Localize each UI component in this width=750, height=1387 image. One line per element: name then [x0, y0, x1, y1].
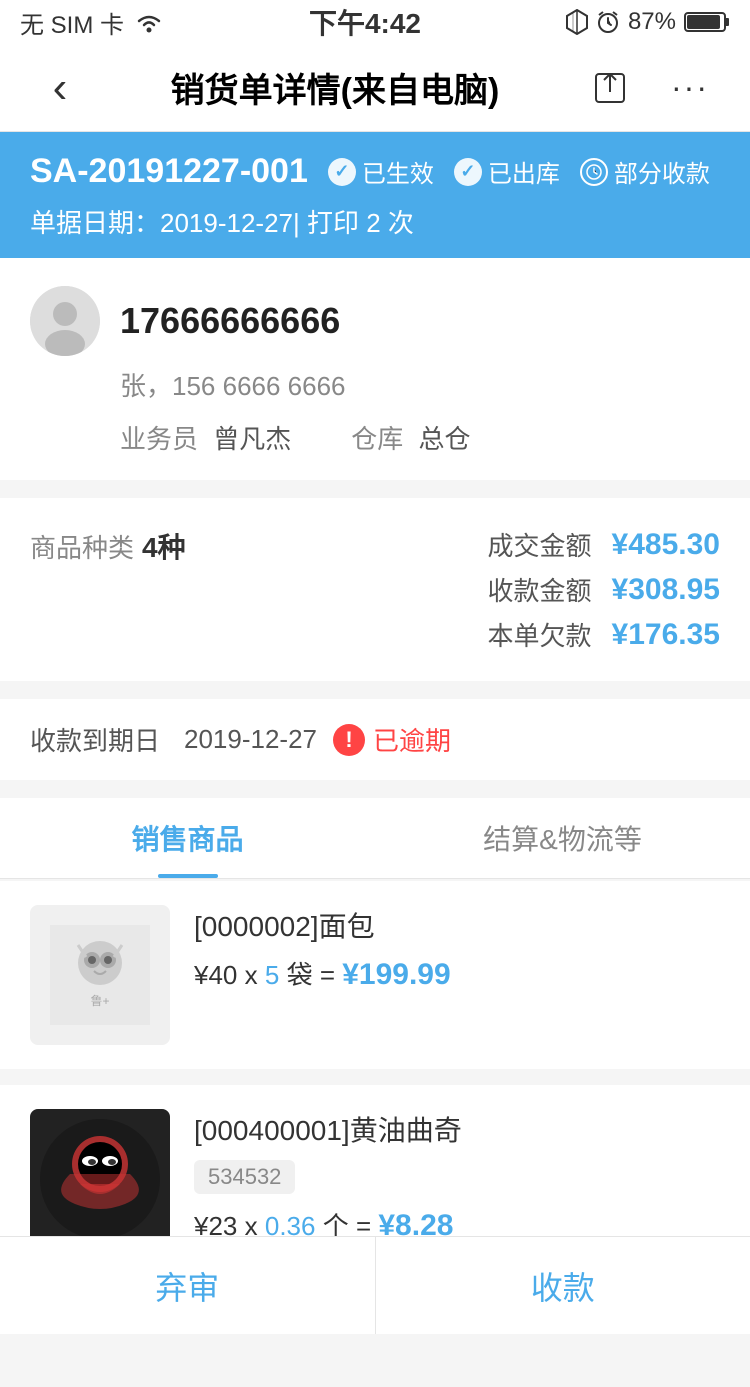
product-image-1: 鲁+ — [30, 905, 170, 1045]
page-title: 销货单详情(来自电脑) — [90, 63, 580, 112]
nav-bar: ‹ 销货单详情(来自电脑) ··· — [0, 44, 750, 132]
product-name-1: [0000002]面包 — [194, 905, 720, 945]
bottom-bar: 弃审 收款 — [0, 1236, 750, 1334]
customer-section: 17666666666 张，156 6666 6666 业务员 曾凡杰 仓库 总… — [0, 258, 750, 480]
due-date: 2019-12-27 — [184, 724, 317, 755]
tab-products[interactable]: 销售商品 — [0, 798, 375, 878]
status-right: 87% — [566, 8, 730, 36]
signal-text: 无 SIM 卡 — [20, 5, 124, 40]
category-value: 4种 — [142, 526, 186, 566]
share-button[interactable] — [580, 70, 640, 106]
tab-settlement[interactable]: 结算&物流等 — [375, 798, 750, 878]
more-button[interactable]: ··· — [660, 69, 720, 106]
stat-amount-owed: ¥176.35 — [612, 618, 720, 652]
stat-label-owed: 本单欠款 — [488, 616, 592, 653]
clock-icon — [580, 158, 608, 186]
product-name-2: [000400001]黄油曲奇 — [194, 1109, 720, 1149]
customer-info: 张，156 6666 6666 — [30, 366, 720, 403]
category-label: 商品种类 — [30, 528, 134, 565]
product-info-1: [0000002]面包 ¥40 x 5 袋 = ¥199.99 — [194, 905, 720, 992]
location-icon — [566, 9, 588, 35]
stat-label-received: 收款金额 — [488, 571, 592, 608]
stat-label-transaction: 成交金额 — [488, 526, 592, 563]
battery-text: 87% — [628, 8, 676, 36]
overdue-text: 已逾期 — [373, 721, 451, 758]
divider-1 — [0, 482, 750, 498]
tabs-row: 销售商品 结算&物流等 — [0, 798, 750, 879]
stat-item-received: 收款金额 ¥308.95 — [488, 571, 720, 608]
overdue-icon: ! — [333, 724, 365, 756]
order-header-banner: SA-20191227-001 ✓ 已生效 ✓ 已出库 部分收款 单据日期：20… — [0, 132, 750, 258]
order-date-info: 单据日期：2019-12-27| 打印 2 次 — [30, 203, 720, 240]
status-left: 无 SIM 卡 — [20, 5, 164, 40]
divider-3 — [0, 782, 750, 798]
tabs-section: 销售商品 结算&物流等 — [0, 798, 750, 879]
battery-icon — [684, 10, 730, 34]
wifi-icon — [134, 11, 164, 33]
product-price-1: ¥40 x 5 袋 = ¥199.99 — [194, 955, 720, 992]
status-badge-2: ✓ 已出库 — [454, 154, 560, 189]
product-info-2: [000400001]黄油曲奇 534532 ¥23 x 0.36 个 = ¥8… — [194, 1109, 720, 1243]
stats-section: 商品种类 4种 成交金额 ¥485.30 收款金额 ¥308.95 本单欠款 ¥… — [0, 498, 750, 681]
status-bar: 无 SIM 卡 下午4:42 87% — [0, 0, 750, 44]
divider-2 — [0, 683, 750, 699]
product-image-2 — [30, 1109, 170, 1249]
order-id: SA-20191227-001 — [30, 152, 308, 191]
salesperson-value: 曾凡杰 — [213, 424, 291, 454]
status-badge-1: ✓ 已生效 — [328, 154, 434, 189]
customer-meta: 业务员 曾凡杰 仓库 总仓 — [30, 419, 720, 456]
collect-payment-button[interactable]: 收款 — [375, 1237, 750, 1334]
product-card-1: 鲁+ [0000002]面包 ¥40 x 5 袋 = ¥199.99 — [0, 881, 750, 1069]
stat-amount-transaction: ¥485.30 — [612, 528, 720, 562]
stat-item-owed: 本单欠款 ¥176.35 — [488, 616, 720, 653]
customer-phone: 17666666666 — [120, 300, 340, 342]
status-badge-3: 部分收款 — [580, 154, 710, 189]
back-button[interactable]: ‹ — [30, 63, 90, 113]
avatar — [30, 286, 100, 356]
stat-item-transaction: 成交金额 ¥485.30 — [488, 526, 720, 563]
due-date-section: 收款到期日 2019-12-27 ! 已逾期 — [0, 699, 750, 780]
status-time: 下午4:42 — [309, 2, 421, 42]
due-label: 收款到期日 — [30, 721, 160, 758]
stat-amount-received: ¥308.95 — [612, 573, 720, 607]
salesperson-label: 业务员 — [120, 424, 198, 454]
alarm-icon — [596, 10, 620, 34]
warehouse-value: 总仓 — [419, 424, 471, 454]
svg-text:鲁+: 鲁+ — [90, 994, 109, 1008]
warehouse-label: 仓库 — [351, 424, 403, 454]
financial-stats: 成交金额 ¥485.30 收款金额 ¥308.95 本单欠款 ¥176.35 — [488, 526, 720, 653]
nav-right-buttons: ··· — [580, 69, 720, 106]
check-icon-1: ✓ — [328, 158, 356, 186]
cancel-review-button[interactable]: 弃审 — [0, 1237, 375, 1334]
check-icon-2: ✓ — [454, 158, 482, 186]
overdue-indicator: ! 已逾期 — [333, 721, 451, 758]
product-tag-2: 534532 — [194, 1160, 295, 1194]
